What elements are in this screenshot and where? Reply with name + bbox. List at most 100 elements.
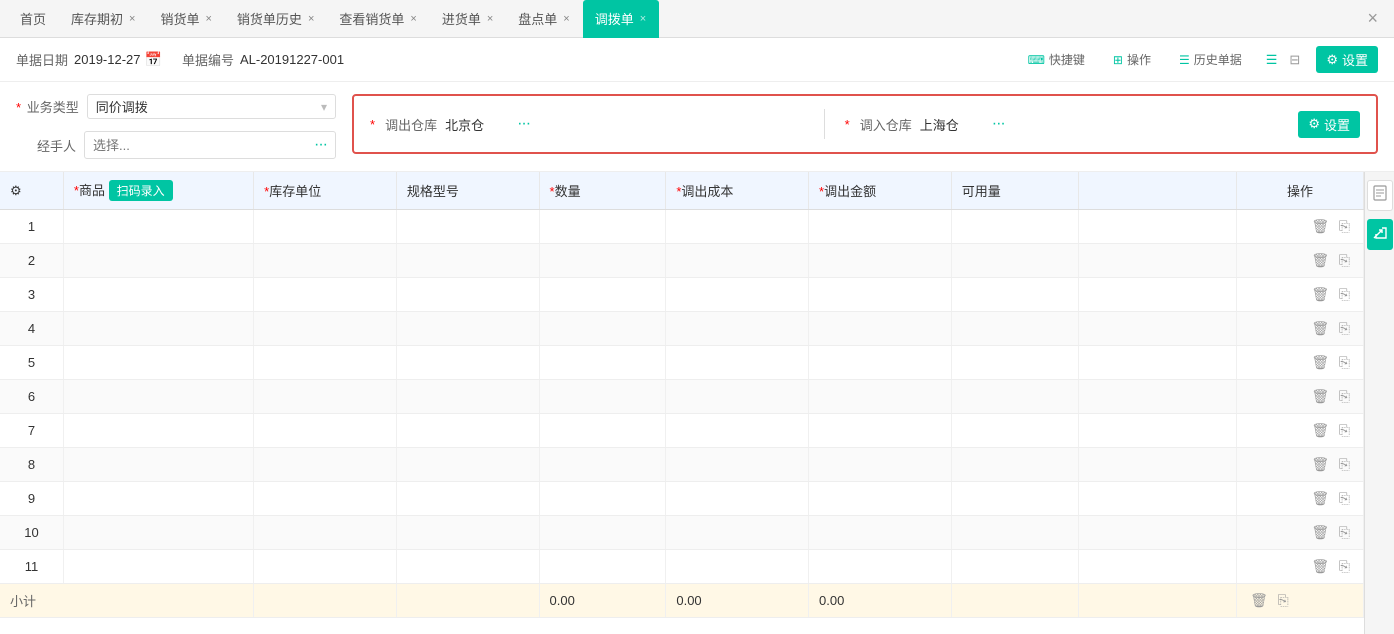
sidebar-note-button[interactable]	[1367, 180, 1393, 211]
row-copy-icon-4[interactable]: ⎘	[1339, 320, 1350, 336]
row-product-4[interactable]	[63, 312, 253, 346]
row-product-3[interactable]	[63, 278, 253, 312]
handler-input[interactable]	[93, 138, 310, 153]
row-cost-10[interactable]	[666, 516, 809, 550]
subtotal-copy-icon[interactable]: ⎘	[1278, 592, 1289, 608]
row-unit-7[interactable]	[254, 414, 397, 448]
row-cost-4[interactable]	[666, 312, 809, 346]
row-copy-icon-11[interactable]: ⎘	[1339, 558, 1350, 574]
warehouse-in-more-icon[interactable]: ···	[992, 115, 1005, 133]
row-spec-5[interactable]	[396, 346, 539, 380]
tab-view-sales-close[interactable]: ×	[410, 13, 416, 25]
row-cost-3[interactable]	[666, 278, 809, 312]
row-amount-11[interactable]	[809, 550, 952, 584]
row-amount-4[interactable]	[809, 312, 952, 346]
row-cost-7[interactable]	[666, 414, 809, 448]
shortcut-button[interactable]: ⌨ 快捷键	[1020, 48, 1093, 71]
subtotal-delete-icon[interactable]: 🗑	[1250, 592, 1268, 608]
row-cost-8[interactable]	[666, 448, 809, 482]
row-available-6[interactable]	[951, 380, 1078, 414]
row-delete-icon-8[interactable]: 🗑	[1311, 456, 1329, 472]
row-available-10[interactable]	[951, 516, 1078, 550]
row-delete-icon-1[interactable]: 🗑	[1311, 218, 1329, 234]
row-product-9[interactable]	[63, 482, 253, 516]
row-delete-icon-10[interactable]: 🗑	[1311, 524, 1329, 540]
row-unit-4[interactable]	[254, 312, 397, 346]
business-type-input-wrap[interactable]: ▾	[87, 94, 336, 119]
business-type-dropdown-icon[interactable]: ▾	[321, 100, 327, 114]
row-copy-icon-5[interactable]: ⎘	[1339, 354, 1350, 370]
row-available-9[interactable]	[951, 482, 1078, 516]
tab-sales[interactable]: 销货单 ×	[148, 0, 224, 38]
tab-transfer[interactable]: 调拨单 ×	[583, 0, 659, 38]
row-amount-1[interactable]	[809, 210, 952, 244]
grid-layout-icon[interactable]: ⊟	[1285, 50, 1304, 70]
row-spec-2[interactable]	[396, 244, 539, 278]
tab-stocktake-close[interactable]: ×	[563, 13, 569, 25]
row-qty-2[interactable]	[539, 244, 666, 278]
row-available-7[interactable]	[951, 414, 1078, 448]
warehouse-settings-button[interactable]: ⚙ 设置	[1298, 111, 1360, 138]
row-amount-9[interactable]	[809, 482, 952, 516]
row-spec-11[interactable]	[396, 550, 539, 584]
scan-button[interactable]: 扫码录入	[109, 180, 173, 201]
handler-input-wrap[interactable]: ···	[84, 131, 336, 159]
row-delete-icon-2[interactable]: 🗑	[1311, 252, 1329, 268]
row-unit-9[interactable]	[254, 482, 397, 516]
warehouse-out-more-icon[interactable]: ···	[517, 115, 530, 133]
row-unit-6[interactable]	[254, 380, 397, 414]
row-spec-4[interactable]	[396, 312, 539, 346]
row-copy-icon-1[interactable]: ⎘	[1339, 218, 1350, 234]
row-copy-icon-3[interactable]: ⎘	[1339, 286, 1350, 302]
tab-purchase-close[interactable]: ×	[487, 13, 493, 25]
row-available-11[interactable]	[951, 550, 1078, 584]
row-amount-7[interactable]	[809, 414, 952, 448]
row-delete-icon-6[interactable]: 🗑	[1311, 388, 1329, 404]
row-unit-5[interactable]	[254, 346, 397, 380]
sidebar-export-button[interactable]	[1367, 219, 1393, 250]
row-delete-icon-4[interactable]: 🗑	[1311, 320, 1329, 336]
row-spec-8[interactable]	[396, 448, 539, 482]
row-available-2[interactable]	[951, 244, 1078, 278]
row-qty-7[interactable]	[539, 414, 666, 448]
row-cost-5[interactable]	[666, 346, 809, 380]
tab-stocktake[interactable]: 盘点单 ×	[506, 0, 582, 38]
row-product-2[interactable]	[63, 244, 253, 278]
row-copy-icon-9[interactable]: ⎘	[1339, 490, 1350, 506]
row-copy-icon-6[interactable]: ⎘	[1339, 388, 1350, 404]
row-delete-icon-5[interactable]: 🗑	[1311, 354, 1329, 370]
tab-transfer-close[interactable]: ×	[640, 13, 646, 25]
row-product-8[interactable]	[63, 448, 253, 482]
row-spec-7[interactable]	[396, 414, 539, 448]
row-spec-6[interactable]	[396, 380, 539, 414]
list-layout-icon[interactable]: ☰	[1262, 50, 1282, 70]
row-unit-8[interactable]	[254, 448, 397, 482]
row-qty-6[interactable]	[539, 380, 666, 414]
row-copy-icon-2[interactable]: ⎘	[1339, 252, 1350, 268]
row-cost-6[interactable]	[666, 380, 809, 414]
tab-home[interactable]: 首页	[8, 0, 59, 38]
tab-inventory-init[interactable]: 库存期初 ×	[59, 0, 148, 38]
table-scroll-wrap[interactable]: ⚙ *商品 扫码录入 *库存单位 规格型号 *数量	[0, 172, 1364, 634]
calendar-icon[interactable]: 📅	[145, 51, 162, 68]
row-delete-icon-3[interactable]: 🗑	[1311, 286, 1329, 302]
row-qty-9[interactable]	[539, 482, 666, 516]
row-cost-2[interactable]	[666, 244, 809, 278]
row-available-5[interactable]	[951, 346, 1078, 380]
row-available-8[interactable]	[951, 448, 1078, 482]
row-qty-1[interactable]	[539, 210, 666, 244]
row-amount-6[interactable]	[809, 380, 952, 414]
row-product-11[interactable]	[63, 550, 253, 584]
tab-sales-close[interactable]: ×	[205, 13, 211, 25]
row-copy-icon-7[interactable]: ⎘	[1339, 422, 1350, 438]
row-unit-11[interactable]	[254, 550, 397, 584]
row-delete-icon-11[interactable]: 🗑	[1311, 558, 1329, 574]
business-type-input[interactable]	[96, 99, 321, 114]
row-qty-8[interactable]	[539, 448, 666, 482]
tab-sales-history[interactable]: 销货单历史 ×	[225, 0, 327, 38]
row-unit-3[interactable]	[254, 278, 397, 312]
row-product-7[interactable]	[63, 414, 253, 448]
tab-inventory-init-close[interactable]: ×	[129, 13, 135, 25]
row-available-4[interactable]	[951, 312, 1078, 346]
handler-more-icon[interactable]: ···	[314, 136, 327, 154]
